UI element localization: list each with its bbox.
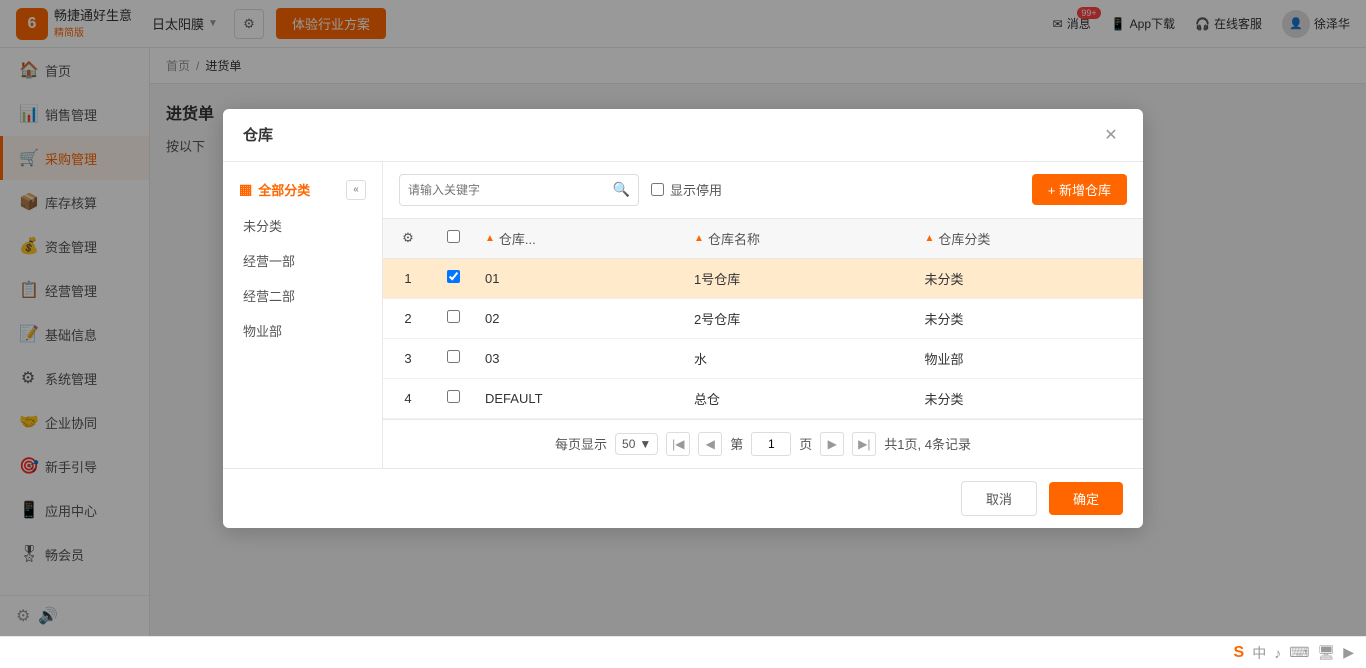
th-name: ▲ 仓库名称 [682, 219, 912, 259]
category-sidebar: ▦ 全部分类 « 未分类 经营一部 经营二部 物业部 [223, 162, 383, 468]
category-item-business1[interactable]: 经营一部 [223, 243, 382, 278]
row-checkbox[interactable] [433, 298, 473, 338]
row-category: 未分类 [913, 378, 1143, 418]
modal-body: ▦ 全部分类 « 未分类 经营一部 经营二部 物业部 🔍 [223, 162, 1143, 468]
confirm-button[interactable]: 确定 [1049, 482, 1123, 515]
status-icon-s: S [1234, 644, 1245, 662]
row-category: 未分类 [913, 298, 1143, 338]
row-num: 1 [383, 258, 433, 298]
row-name: 2号仓库 [682, 298, 912, 338]
table-row[interactable]: 3 03 水 物业部 [383, 338, 1143, 378]
next-page-button[interactable]: ▶ [820, 432, 844, 456]
row-checkbox[interactable] [433, 378, 473, 418]
page-number-input[interactable] [751, 432, 791, 456]
row-category: 未分类 [913, 258, 1143, 298]
page-size-select[interactable]: 50 ▼ [615, 433, 658, 455]
add-warehouse-button[interactable]: + 新增仓库 [1032, 174, 1127, 205]
category-item-unclassified[interactable]: 未分类 [223, 208, 382, 243]
status-icon-zh: 中 [1252, 643, 1266, 663]
row-num: 2 [383, 298, 433, 338]
select-all-checkbox[interactable] [447, 230, 460, 243]
modal-backdrop[interactable]: 仓库 ✕ ▦ 全部分类 « 未分类 经营一部 经营二部 物业部 [0, 0, 1366, 636]
row-category: 物业部 [913, 338, 1143, 378]
sort-icon: ▲ [694, 233, 704, 244]
show-disabled-check[interactable] [651, 183, 664, 196]
cancel-button[interactable]: 取消 [961, 481, 1037, 516]
modal-close-button[interactable]: ✕ [1099, 123, 1123, 147]
status-icon-monitor: 🖥 [1317, 644, 1335, 661]
row-name: 水 [682, 338, 912, 378]
th-category: ▲ 仓库分类 [913, 219, 1143, 259]
row-checkbox[interactable] [433, 338, 473, 378]
chevron-down-icon: ▼ [639, 437, 651, 451]
table-row[interactable]: 4 DEFAULT 总仓 未分类 [383, 378, 1143, 418]
grid-icon: ▦ [239, 181, 252, 198]
status-icon-keyboard: ⌨ [1289, 644, 1309, 661]
row-name: 1号仓库 [682, 258, 912, 298]
first-page-button[interactable]: |◀ [666, 432, 690, 456]
row-num: 3 [383, 338, 433, 378]
th-code: ▲ 仓库... [473, 219, 682, 259]
row-num: 4 [383, 378, 433, 418]
modal-header: 仓库 ✕ [223, 109, 1143, 162]
category-item-business2[interactable]: 经营二部 [223, 278, 382, 313]
modal-footer: 取消 确定 [223, 468, 1143, 528]
modal-toolbar: 🔍 显示停用 + 新增仓库 [383, 162, 1143, 219]
search-box: 🔍 [399, 174, 639, 206]
search-icon: 🔍 [613, 181, 630, 198]
pagination: 每页显示 50 ▼ |◀ ◀ 第 页 ▶ ▶| 共1页, 4条记录 [383, 419, 1143, 468]
show-disabled-checkbox[interactable]: 显示停用 [651, 180, 722, 199]
status-icon-play: ▶ [1343, 644, 1354, 661]
sort-icon: ▲ [485, 233, 495, 244]
table-body: 1 01 1号仓库 未分类 2 02 2号仓库 未分类 3 03 水 物业部 4… [383, 258, 1143, 418]
gear-icon: ⚙ [402, 230, 414, 245]
status-icon-sound: ♪ [1274, 645, 1281, 661]
warehouse-table-element: ⚙ ▲ 仓库... [383, 219, 1143, 419]
category-item-property[interactable]: 物业部 [223, 313, 382, 348]
row-code: 01 [473, 258, 682, 298]
modal-main-area: 🔍 显示停用 + 新增仓库 ⚙ [383, 162, 1143, 468]
row-name: 总仓 [682, 378, 912, 418]
prev-page-button[interactable]: ◀ [698, 432, 722, 456]
th-checkbox [433, 219, 473, 259]
table-header-row: ⚙ ▲ 仓库... [383, 219, 1143, 259]
warehouse-table: ⚙ ▲ 仓库... [383, 219, 1143, 419]
table-row[interactable]: 2 02 2号仓库 未分类 [383, 298, 1143, 338]
row-code: 03 [473, 338, 682, 378]
row-checkbox[interactable] [433, 258, 473, 298]
warehouse-modal: 仓库 ✕ ▦ 全部分类 « 未分类 经营一部 经营二部 物业部 [223, 109, 1143, 528]
category-all[interactable]: ▦ 全部分类 « [223, 172, 382, 208]
statusbar: S 中 ♪ ⌨ 🖥 ▶ [0, 636, 1366, 668]
search-input[interactable] [408, 183, 613, 197]
category-collapse-button[interactable]: « [346, 180, 366, 200]
table-row[interactable]: 1 01 1号仓库 未分类 [383, 258, 1143, 298]
row-code: DEFAULT [473, 378, 682, 418]
last-page-button[interactable]: ▶| [852, 432, 876, 456]
row-code: 02 [473, 298, 682, 338]
modal-title: 仓库 [243, 124, 273, 145]
th-settings: ⚙ [383, 219, 433, 259]
sort-icon: ▲ [925, 233, 935, 244]
